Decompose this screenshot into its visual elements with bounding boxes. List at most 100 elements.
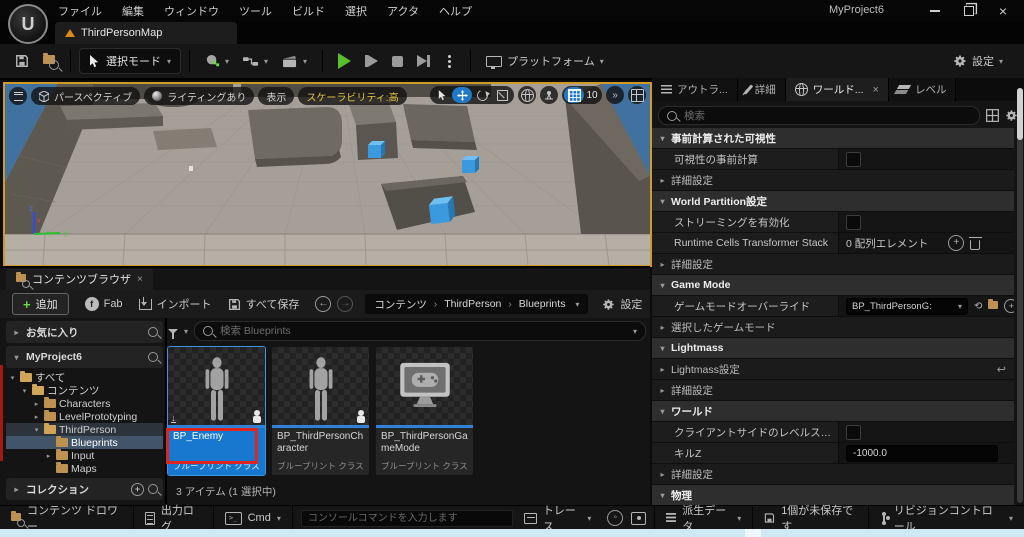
add-button[interactable]: + 追加 (12, 293, 69, 315)
unsaved-button[interactable]: 1個が未保存です (753, 505, 869, 533)
snapshot-button[interactable] (628, 506, 656, 530)
perspective-dropdown[interactable]: パースペクティブ (31, 87, 141, 105)
menu-edit[interactable]: 編集 (122, 3, 144, 19)
expand-toolbar-button[interactable]: » (606, 86, 624, 104)
reset-icon[interactable]: ↩ (997, 363, 1006, 376)
tree-item-maps[interactable]: Maps (6, 462, 163, 475)
checkbox[interactable] (846, 151, 861, 167)
trash-icon[interactable] (968, 236, 982, 250)
tree-item-content[interactable]: ▾ コンテンツ (6, 384, 163, 397)
select-tool-button[interactable] (432, 87, 452, 103)
close-icon[interactable]: × (137, 274, 143, 285)
scrollbar[interactable] (1017, 88, 1023, 503)
move-tool-button[interactable] (452, 87, 472, 103)
tab-world-settings[interactable]: ワールド... × (785, 78, 889, 101)
save-all-button[interactable]: すべて保存 (228, 296, 299, 312)
level-viewport[interactable]: Y z x パースペクティブ ライティングあり 表示 スケーラビリティ:高 10… (3, 82, 652, 267)
tab-details[interactable]: 詳細 (737, 78, 786, 101)
menu-window[interactable]: ウィンドウ (164, 3, 219, 19)
gamemode-combo[interactable]: BP_ThirdPersonG: ▾ (846, 297, 968, 315)
breadcrumb[interactable]: コンテンツ › ThirdPerson › Blueprints ▾ (365, 294, 589, 314)
scalability-badge[interactable]: スケーラビリティ:高 (298, 87, 407, 105)
console-input[interactable] (300, 509, 514, 527)
unreal-logo-icon[interactable]: U (8, 4, 48, 44)
search-icon[interactable] (148, 352, 158, 362)
section-lightmass[interactable]: ▾ Lightmass (652, 338, 1014, 359)
content-browser-button[interactable] (36, 49, 62, 73)
cmd-dropdown[interactable]: >_ Cmd ▾ (214, 506, 293, 530)
breadcrumb-blueprints[interactable]: Blueprints (519, 298, 566, 310)
cb-settings-dropdown[interactable]: 設定 (602, 296, 642, 312)
menu-actor[interactable]: アクタ (387, 3, 419, 19)
rotate-tool-button[interactable] (472, 87, 492, 103)
menu-tools[interactable]: ツール (239, 3, 272, 19)
fab-button[interactable]: f Fab (84, 297, 123, 311)
row-advanced-1[interactable]: ▸ 詳細設定 (652, 170, 1014, 191)
menu-build[interactable]: ビルド (292, 3, 325, 19)
search-icon[interactable] (148, 484, 158, 494)
close-icon[interactable]: × (873, 84, 879, 96)
world-space-toggle[interactable] (518, 86, 536, 104)
surface-snap-button[interactable] (540, 86, 558, 104)
row-selected-gamemode[interactable]: ▸ 選択したゲームモード (652, 317, 1014, 338)
platform-dropdown[interactable]: プラットフォーム ▾ (479, 49, 611, 73)
back-button[interactable]: ← (315, 296, 332, 312)
checkbox[interactable] (846, 424, 861, 440)
insights-button[interactable]: ◦ (602, 506, 628, 530)
section-world[interactable]: ▾ ワールド (652, 401, 1014, 422)
row-advanced-2[interactable]: ▸ 詳細設定 (652, 254, 1014, 275)
tree-item-thirdperson[interactable]: ▾ ThirdPerson (6, 423, 163, 436)
browse-icon[interactable] (988, 299, 999, 312)
quad-view-button[interactable] (628, 86, 646, 104)
add-element-icon[interactable]: + (948, 235, 965, 251)
restore-button[interactable] (954, 0, 984, 22)
project-section[interactable]: ▾ MyProject6 (6, 346, 163, 368)
close-button[interactable]: × (988, 0, 1018, 22)
search-icon[interactable] (148, 327, 158, 337)
asset-bp-thirdpersongamemode[interactable]: BP_ThirdPersonGameMode ブループリント クラス (376, 347, 473, 475)
grid-snap-toggle[interactable] (564, 87, 584, 103)
row-advanced-4[interactable]: ▸ 詳細設定 (652, 464, 1014, 485)
revision-control-dropdown[interactable]: リビジョンコントロール ▾ (869, 505, 1024, 533)
section-world-partition[interactable]: ▾ World Partition設定 (652, 191, 1014, 212)
use-selected-icon[interactable]: ⟲ (974, 301, 982, 312)
lit-mode-dropdown[interactable]: ライティングあり (144, 87, 255, 105)
tree-item-characters[interactable]: ▸ Characters (6, 397, 163, 410)
asset-search-box[interactable]: ▾ (194, 321, 646, 341)
output-log-button[interactable]: 出力ログ (134, 505, 214, 533)
derived-data-dropdown[interactable]: 派生データ ▾ (655, 505, 754, 533)
grid-snap-value[interactable]: 10 (584, 87, 600, 103)
row-advanced-3[interactable]: ▸ 詳細設定 (652, 380, 1014, 401)
add-collection-icon[interactable]: + (131, 482, 144, 496)
column-view-icon[interactable] (986, 109, 999, 122)
viewport-menu-button[interactable] (9, 87, 27, 105)
section-precomputed-visibility[interactable]: ▾ 事前計算された可視性 (652, 128, 1014, 149)
checkbox[interactable] (846, 214, 861, 230)
save-button[interactable] (8, 49, 36, 73)
scrollbar-thumb[interactable] (1017, 88, 1023, 140)
search-box[interactable] (658, 106, 980, 125)
new-asset-icon[interactable]: + (1004, 299, 1014, 313)
asset-bp-thirdpersoncharacter[interactable]: BP_ThirdPersonCharacter ブループリント クラス (272, 347, 369, 475)
section-game-mode[interactable]: ▾ Game Mode (652, 275, 1014, 296)
tab-outliner[interactable]: アウトラ... (652, 78, 738, 101)
menu-help[interactable]: ヘルプ (439, 3, 472, 19)
tree-item-input[interactable]: ▸ Input (6, 449, 163, 462)
eject-button[interactable] (410, 49, 437, 73)
favorites-section[interactable]: ▸ お気に入り (6, 321, 163, 343)
content-drawer-button[interactable]: コンテンツ ドロワー (0, 505, 134, 533)
asset-search-input[interactable] (218, 324, 628, 338)
collections-section[interactable]: ▸ コレクション + (6, 478, 163, 500)
menu-select[interactable]: 選択 (345, 3, 367, 19)
minimize-button[interactable] (920, 0, 950, 22)
tree-item-blueprints[interactable]: Blueprints (6, 436, 163, 449)
trace-dropdown[interactable]: トレース ▾ (513, 505, 602, 533)
row-lightmass-settings[interactable]: ▸ Lightmass設定 ↩ (652, 359, 1014, 380)
show-dropdown[interactable]: 表示 (258, 87, 295, 105)
filter-icon[interactable] (168, 328, 178, 339)
breadcrumb-thirdperson[interactable]: ThirdPerson (444, 298, 501, 310)
scale-tool-button[interactable] (492, 87, 512, 103)
content-browser-tab[interactable]: コンテンツブラウザ × (6, 268, 153, 290)
import-button[interactable]: インポート (138, 296, 212, 312)
select-mode-dropdown[interactable]: 選択モード ▾ (79, 48, 182, 74)
